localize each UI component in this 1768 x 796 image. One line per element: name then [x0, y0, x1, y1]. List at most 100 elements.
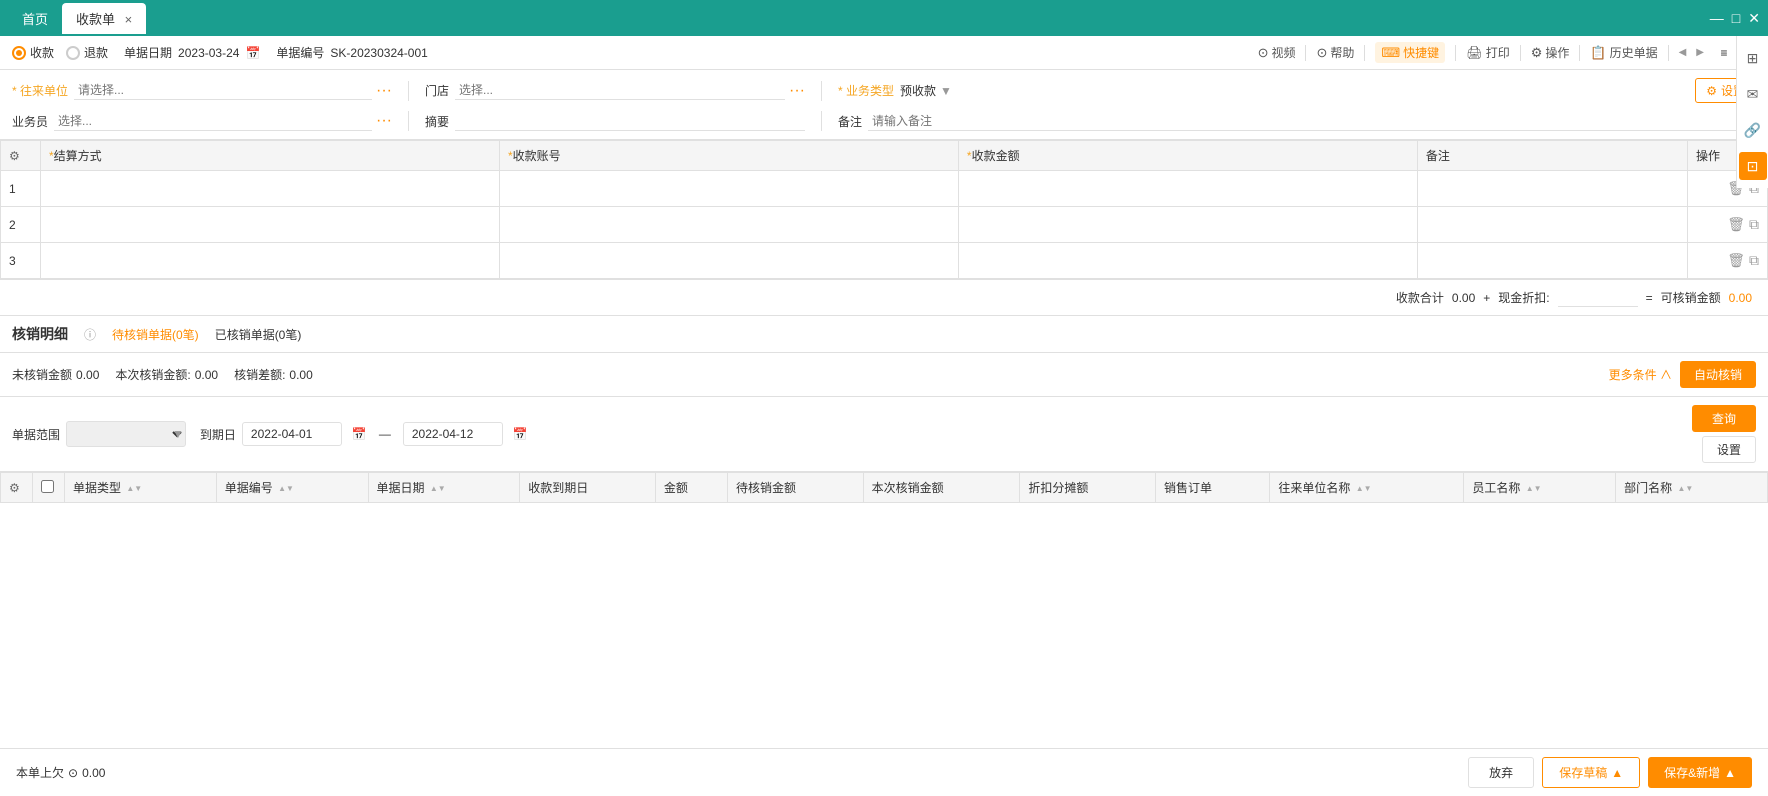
tab-collection[interactable]: 收款单 × [62, 3, 146, 34]
video-btn[interactable]: ⊙ 视频 [1258, 44, 1296, 61]
row-2-account[interactable] [499, 207, 958, 243]
bottom-header-number: 单据编号 ▲▼ [216, 473, 368, 503]
bottom-header-staff: 员工名称 ▲▼ [1464, 473, 1616, 503]
help-btn[interactable]: ⊙ 帮助 [1316, 44, 1354, 61]
table-header-account: *收款账号 [499, 141, 958, 171]
more-cond-btn[interactable]: 更多条件 ∧ [1609, 366, 1672, 383]
sidebar-table-icon[interactable]: ⊞ [1739, 44, 1767, 72]
auto-reconcil-btn[interactable]: 自动核销 [1680, 361, 1756, 388]
sort-counterparty-icon: ▲▼ [1356, 485, 1372, 493]
calendar-to-icon[interactable]: 📅 [513, 427, 528, 441]
store-input[interactable] [455, 81, 785, 100]
note-input[interactable] [868, 112, 1756, 131]
save-new-btn[interactable]: 保存&新增 ▲ [1648, 757, 1752, 788]
table-container: ⚙ *结算方式 *收款账号 *收款金额 备注 操作 [0, 140, 1768, 280]
divider5 [1579, 45, 1580, 61]
reconciliation-stats: 未核销金额 0.00 本次核销金额: 0.00 核销差额: 0.00 更多条件 … [0, 353, 1768, 397]
row-1-method[interactable] [41, 171, 500, 207]
date-to-input[interactable] [403, 422, 503, 446]
prev-icon[interactable]: ◀ [1679, 47, 1687, 58]
row-2-delete-icon[interactable]: 🗑 [1727, 216, 1745, 233]
history-icon: 📋 [1590, 45, 1606, 61]
tab-close-icon[interactable]: × [125, 12, 133, 27]
row-1-account[interactable] [499, 171, 958, 207]
row-1-note[interactable] [1417, 171, 1687, 207]
table-gear-icon[interactable]: ⚙ [9, 149, 20, 163]
discount-input[interactable] [1558, 288, 1638, 307]
query-btn[interactable]: 查询 [1692, 405, 1756, 432]
staff-input[interactable] [54, 112, 372, 131]
filter-setting-btn[interactable]: 设置 [1702, 436, 1756, 463]
row-2-copy-icon[interactable]: ⧉ [1749, 216, 1759, 233]
store-more-icon[interactable]: ··· [789, 82, 805, 100]
next-icon[interactable]: ▶ [1696, 47, 1704, 58]
row-3-delete-icon[interactable]: 🗑 [1727, 252, 1745, 269]
business-type-dropdown-icon[interactable]: ▼ [940, 84, 952, 98]
window-close-icon[interactable]: ✕ [1748, 10, 1760, 27]
history-btn[interactable]: 📋 历史单据 [1590, 44, 1657, 61]
business-type-value: 预收款 [900, 82, 936, 99]
bottom-table-wrap: ⚙ 单据类型 ▲▼ 单据编号 ▲▼ [0, 472, 1768, 748]
counterparty-more-icon[interactable]: ··· [376, 82, 392, 100]
row-2-index: 2 [1, 207, 41, 243]
save-new-dropdown-icon[interactable]: ▲ [1724, 766, 1736, 780]
sidebar-email-icon[interactable]: ✉ [1739, 80, 1767, 108]
radio-refund[interactable]: 退款 [66, 44, 108, 61]
range-select[interactable] [66, 421, 186, 447]
date-from-input[interactable] [242, 422, 342, 446]
sort-dept-icon: ▲▼ [1678, 485, 1694, 493]
row-2-actions: 🗑 ⧉ [1688, 207, 1768, 243]
operate-icon: ⚙ [1531, 45, 1543, 61]
radio-collect[interactable]: 收款 [12, 44, 54, 61]
sidebar-screenshot-icon[interactable]: ⊡ [1739, 152, 1767, 180]
section-title: 核销明细 [12, 324, 68, 344]
row-3-copy-icon[interactable]: ⧉ [1749, 252, 1759, 269]
counterparty-input[interactable] [74, 81, 372, 100]
row-1-amount[interactable] [958, 171, 1417, 207]
row-3-method[interactable] [41, 243, 500, 279]
shortcut-btn[interactable]: ⌨ 快捷键 [1375, 42, 1445, 63]
info-icon[interactable]: ⓘ [84, 326, 96, 343]
filter-right: 查询 设置 [1692, 405, 1756, 463]
date-range-separator: — [379, 427, 391, 441]
bottom-header-due: 收款到期日 [520, 473, 656, 503]
row-2-note[interactable] [1417, 207, 1687, 243]
summary-input[interactable] [455, 112, 805, 131]
bottom-header-counterparty: 往来单位名称 ▲▼ [1270, 473, 1464, 503]
staff-more-icon[interactable]: ··· [376, 112, 392, 130]
row-3-amount[interactable] [958, 243, 1417, 279]
bottom-header-type: 单据类型 ▲▼ [65, 473, 217, 503]
bottom-gear-icon[interactable]: ⚙ [9, 481, 20, 495]
discount-label: 现金折扣: [1498, 289, 1549, 306]
radio-refund-dot [66, 46, 80, 60]
due-date-field: 到期日 📅 — 📅 [200, 422, 528, 446]
sort-number-icon: ▲▼ [278, 485, 294, 493]
tab-bar: 首页 收款单 × — □ ✕ [0, 0, 1768, 36]
video-icon: ⊙ [1258, 45, 1269, 61]
calendar-from-icon[interactable]: 📅 [352, 427, 367, 441]
row-2-method[interactable] [41, 207, 500, 243]
equals-label: = [1646, 291, 1653, 305]
window-max-icon[interactable]: □ [1732, 10, 1740, 27]
pending-tab[interactable]: 待核销单据(0笔) [112, 326, 199, 343]
window-min-icon[interactable]: — [1710, 10, 1724, 27]
completed-tab[interactable]: 已核销单据(0笔) [215, 326, 302, 343]
form-area: * 往来单位 ··· 门店 ··· * 业务类型 预收款 ▼ ⚙ 设置 [0, 70, 1768, 140]
row-3-account[interactable] [499, 243, 958, 279]
operate-btn[interactable]: ⚙ 操作 [1531, 44, 1570, 61]
sep2 [821, 81, 822, 101]
abandon-btn[interactable]: 放弃 [1468, 757, 1534, 788]
draft-btn[interactable]: 保存草稿 ▲ [1542, 757, 1640, 788]
row-2-amount[interactable] [958, 207, 1417, 243]
tab-home[interactable]: 首页 [8, 3, 62, 34]
radio-collect-label: 收款 [30, 44, 54, 61]
calendar-icon[interactable]: 📅 [245, 46, 260, 60]
current-stat: 本次核销金额: 0.00 [115, 366, 218, 383]
list-view-icon[interactable]: ≡ [1714, 43, 1734, 63]
draft-dropdown-icon[interactable]: ▲ [1611, 766, 1623, 780]
sidebar-attach-icon[interactable]: 🔗 [1739, 116, 1767, 144]
staff-label: 业务员 [12, 113, 48, 130]
row-3-note[interactable] [1417, 243, 1687, 279]
select-all-checkbox[interactable] [41, 480, 54, 493]
print-btn[interactable]: 🖨 打印 [1466, 44, 1510, 61]
